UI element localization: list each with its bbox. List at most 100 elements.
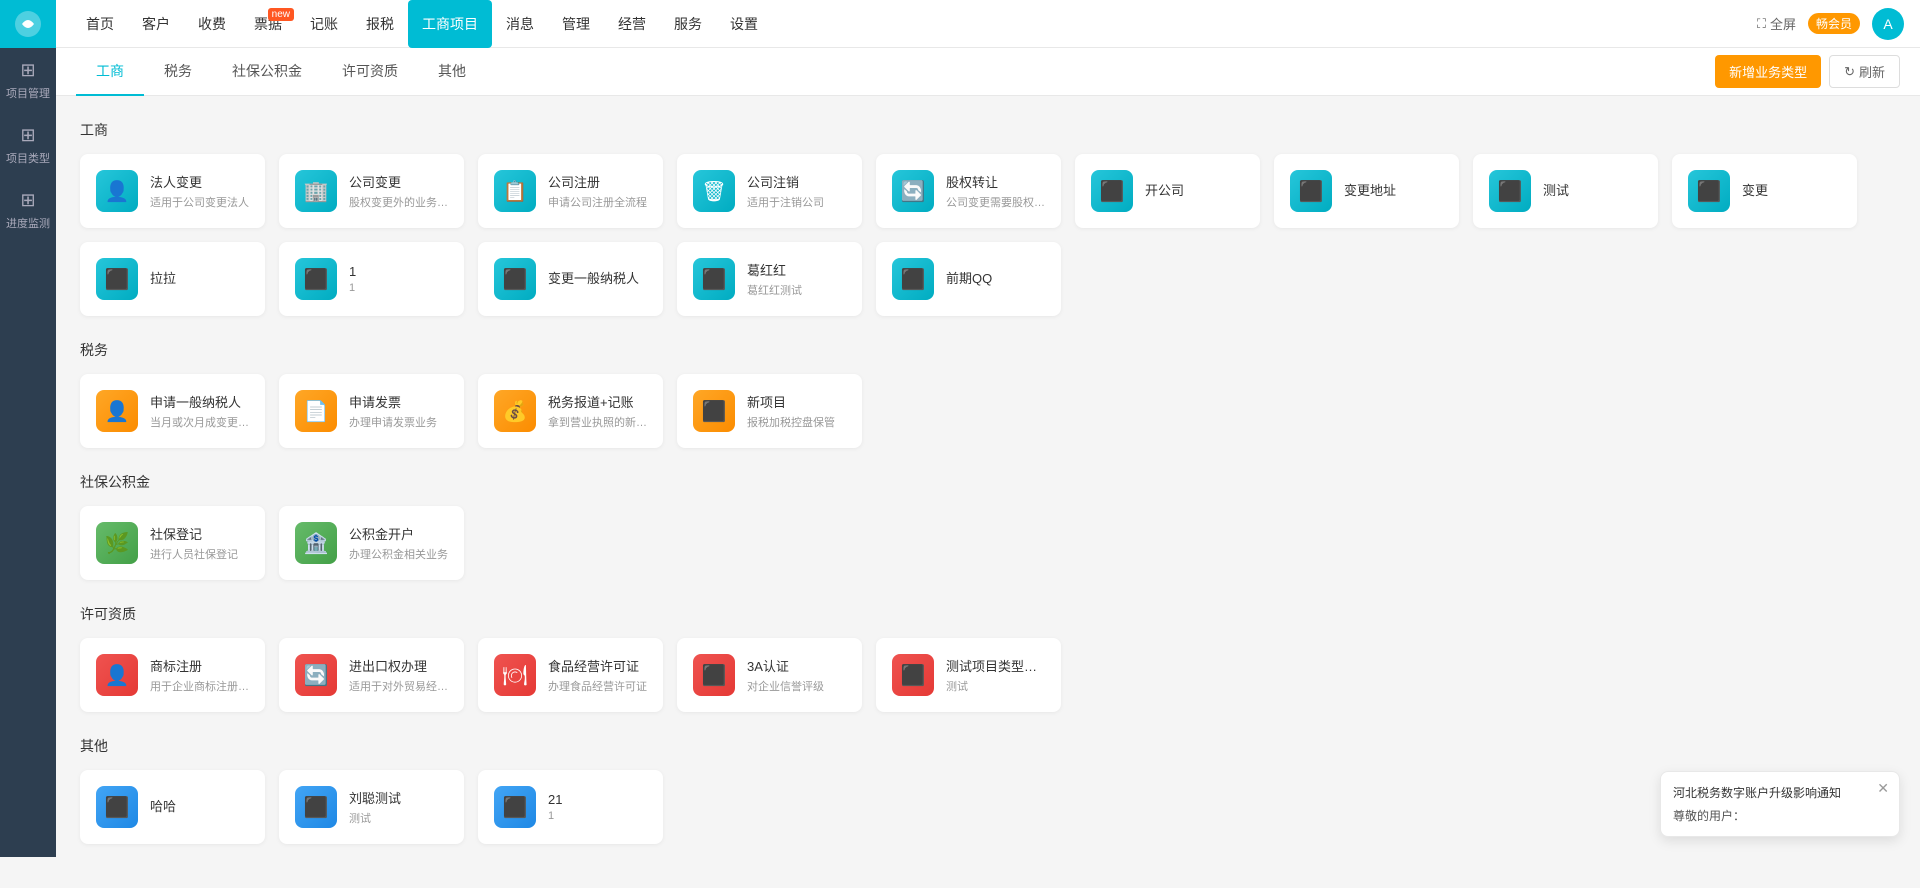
card-desc-apply-taxpayer: 当月或次月成变更完成	[150, 414, 249, 430]
card-desc-equity: 公司变更需要股权转让	[946, 194, 1045, 210]
card-new-project[interactable]: ⬛ 新项目 报税加税控盘保管	[677, 374, 862, 448]
card-title-test: 测试	[1543, 180, 1642, 199]
card-desc-3a: 对企业信誉评级	[747, 678, 846, 694]
card-haha[interactable]: ⬛ 哈哈	[80, 770, 265, 844]
nav-customer[interactable]: 客户	[128, 0, 184, 48]
nav-home[interactable]: 首页	[72, 0, 128, 48]
subtab-license[interactable]: 许可资质	[322, 48, 418, 96]
nav-fee[interactable]: 收费	[184, 0, 240, 48]
card-desc-company-register: 申请公司注册全流程	[548, 194, 647, 210]
sidebar: ⊞ 项目管理 ⊞ 项目类型 ⊞ 进度监测	[0, 0, 56, 857]
card-title-import-export: 进出口权办理	[349, 656, 448, 675]
card-title-21: 21	[548, 792, 647, 807]
cards-grid-social: 🌿 社保登记 进行人员社保登记 🏦 公积金开户 办理公积金相关业务	[80, 506, 1896, 580]
nav-bookkeeping[interactable]: 记账	[296, 0, 352, 48]
card-icon-gehonghong: ⬛	[693, 258, 735, 300]
card-test[interactable]: ⬛ 测试	[1473, 154, 1658, 228]
nav-ticket[interactable]: 票据 new	[240, 0, 296, 48]
card-icon-social-register: 🌿	[96, 522, 138, 564]
card-tax-report[interactable]: 💰 税务报道+记账 拿到营业执照的新公司	[478, 374, 663, 448]
card-legal-change[interactable]: 👤 法人变更 适用于公司变更法人	[80, 154, 265, 228]
card-apply-invoice[interactable]: 📄 申请发票 办理申请发票业务	[279, 374, 464, 448]
card-gehonghong[interactable]: ⬛ 葛红红 葛红红测试	[677, 242, 862, 316]
project-type-icon: ⊞	[20, 125, 35, 146]
card-title-open-company: 开公司	[1145, 180, 1244, 199]
card-icon-tax-report: 💰	[494, 390, 536, 432]
subtab-social[interactable]: 社保公积金	[212, 48, 322, 96]
card-icon-apply-invoice: 📄	[295, 390, 337, 432]
card-title-change: 变更	[1742, 180, 1841, 199]
card-title-fund-open: 公积金开户	[349, 524, 448, 543]
sidebar-item-progress[interactable]: ⊞ 进度监测	[0, 178, 56, 243]
section-title-other: 其他	[80, 736, 1896, 756]
card-qq[interactable]: ⬛ 前期QQ	[876, 242, 1061, 316]
card-change[interactable]: ⬛ 变更	[1672, 154, 1857, 228]
section-title-license: 许可资质	[80, 604, 1896, 624]
card-social-register[interactable]: 🌿 社保登记 进行人员社保登记	[80, 506, 265, 580]
card-desc-21: 1	[548, 810, 647, 822]
card-icon-lala: ⬛	[96, 258, 138, 300]
card-desc-fund-open: 办理公积金相关业务	[349, 546, 448, 562]
nav-service[interactable]: 服务	[660, 0, 716, 48]
nav-settings[interactable]: 设置	[716, 0, 772, 48]
main: 工商 税务 社保公积金 许可资质 其他 新增业务类型 ↻ 刷新 工商	[56, 48, 1920, 888]
avatar[interactable]: A	[1872, 8, 1904, 40]
card-import-export[interactable]: 🔄 进出口权办理 适用于对外贸易经营者	[279, 638, 464, 712]
nav-business[interactable]: 工商项目	[408, 0, 492, 48]
subtab-business[interactable]: 工商	[76, 48, 144, 96]
sidebar-item-project-type[interactable]: ⊞ 项目类型	[0, 113, 56, 178]
card-lala[interactable]: ⬛ 拉拉	[80, 242, 265, 316]
subtab-tax[interactable]: 税务	[144, 48, 212, 96]
card-21[interactable]: ⬛ 21 1	[478, 770, 663, 844]
cards-grid-other: ⬛ 哈哈 ⬛ 刘聪测试 测试 ⬛ 21	[80, 770, 1896, 844]
card-3a[interactable]: ⬛ 3A认证 对企业信誉评级	[677, 638, 862, 712]
card-title-company-register: 公司注册	[548, 172, 647, 191]
card-icon-change: ⬛	[1688, 170, 1730, 212]
member-button[interactable]: 畅会员	[1808, 13, 1860, 34]
card-open-company[interactable]: ⬛ 开公司	[1075, 154, 1260, 228]
card-title-social-register: 社保登记	[150, 524, 249, 543]
refresh-button[interactable]: ↻ 刷新	[1829, 55, 1900, 88]
nav-manage[interactable]: 管理	[548, 0, 604, 48]
nav-tax[interactable]: 报税	[352, 0, 408, 48]
card-desc-liucong: 测试	[349, 810, 448, 826]
subtab-other[interactable]: 其他	[418, 48, 486, 96]
card-desc-food-license: 办理食品经营许可证	[548, 678, 647, 694]
fullscreen-button[interactable]: ⛶ 全屏	[1757, 14, 1796, 33]
add-business-type-button[interactable]: 新增业务类型	[1715, 55, 1821, 88]
card-desc-test-define: 测试	[946, 678, 1045, 694]
card-company-register[interactable]: 📋 公司注册 申请公司注册全流程	[478, 154, 663, 228]
card-title-food-license: 食品经营许可证	[548, 656, 647, 675]
card-desc-legal: 适用于公司变更法人	[150, 194, 249, 210]
card-apply-taxpayer[interactable]: 👤 申请一般纳税人 当月或次月成变更完成	[80, 374, 265, 448]
card-icon-company-change: 🏢	[295, 170, 337, 212]
card-company-change[interactable]: 🏢 公司变更 股权变更外的业务变更	[279, 154, 464, 228]
card-test-define[interactable]: ⬛ 测试项目类型目定义 测试	[876, 638, 1061, 712]
card-general-taxpayer[interactable]: ⬛ 变更一般纳税人	[478, 242, 663, 316]
card-trademark[interactable]: 👤 商标注册 用于企业商标注册服务	[80, 638, 265, 712]
card-title-apply-invoice: 申请发票	[349, 392, 448, 411]
card-title-company-cancel: 公司注销	[747, 172, 846, 191]
card-title-test-define: 测试项目类型目定义	[946, 656, 1045, 675]
card-icon-qq: ⬛	[892, 258, 934, 300]
section-business: 工商 👤 法人变更 适用于公司变更法人 🏢 公司变更 股权变更外的业务变更	[80, 120, 1896, 316]
section-title-business: 工商	[80, 120, 1896, 140]
card-company-cancel[interactable]: 🗑 公司注销 适用于注销公司	[677, 154, 862, 228]
card-fund-open[interactable]: 🏦 公积金开户 办理公积金相关业务	[279, 506, 464, 580]
card-title-one: 1	[349, 264, 448, 279]
card-liucong[interactable]: ⬛ 刘聪测试 测试	[279, 770, 464, 844]
nav-message[interactable]: 消息	[492, 0, 548, 48]
logo[interactable]	[0, 0, 56, 48]
sidebar-item-project-management[interactable]: ⊞ 项目管理	[0, 48, 56, 113]
card-equity-transfer[interactable]: 🔄 股权转让 公司变更需要股权转让	[876, 154, 1061, 228]
card-icon-test-define: ⬛	[892, 654, 934, 696]
card-food-license[interactable]: 🍽 食品经营许可证 办理食品经营许可证	[478, 638, 663, 712]
nav-operation[interactable]: 经营	[604, 0, 660, 48]
notification-close-button[interactable]: ✕	[1877, 780, 1889, 797]
card-change-address[interactable]: ⬛ 变更地址	[1274, 154, 1459, 228]
card-desc-trademark: 用于企业商标注册服务	[150, 678, 249, 694]
card-one[interactable]: ⬛ 1 1	[279, 242, 464, 316]
card-title-general-taxpayer: 变更一般纳税人	[548, 268, 647, 287]
cards-grid-business: 👤 法人变更 适用于公司变更法人 🏢 公司变更 股权变更外的业务变更 📋	[80, 154, 1896, 316]
card-icon-apply-taxpayer: 👤	[96, 390, 138, 432]
